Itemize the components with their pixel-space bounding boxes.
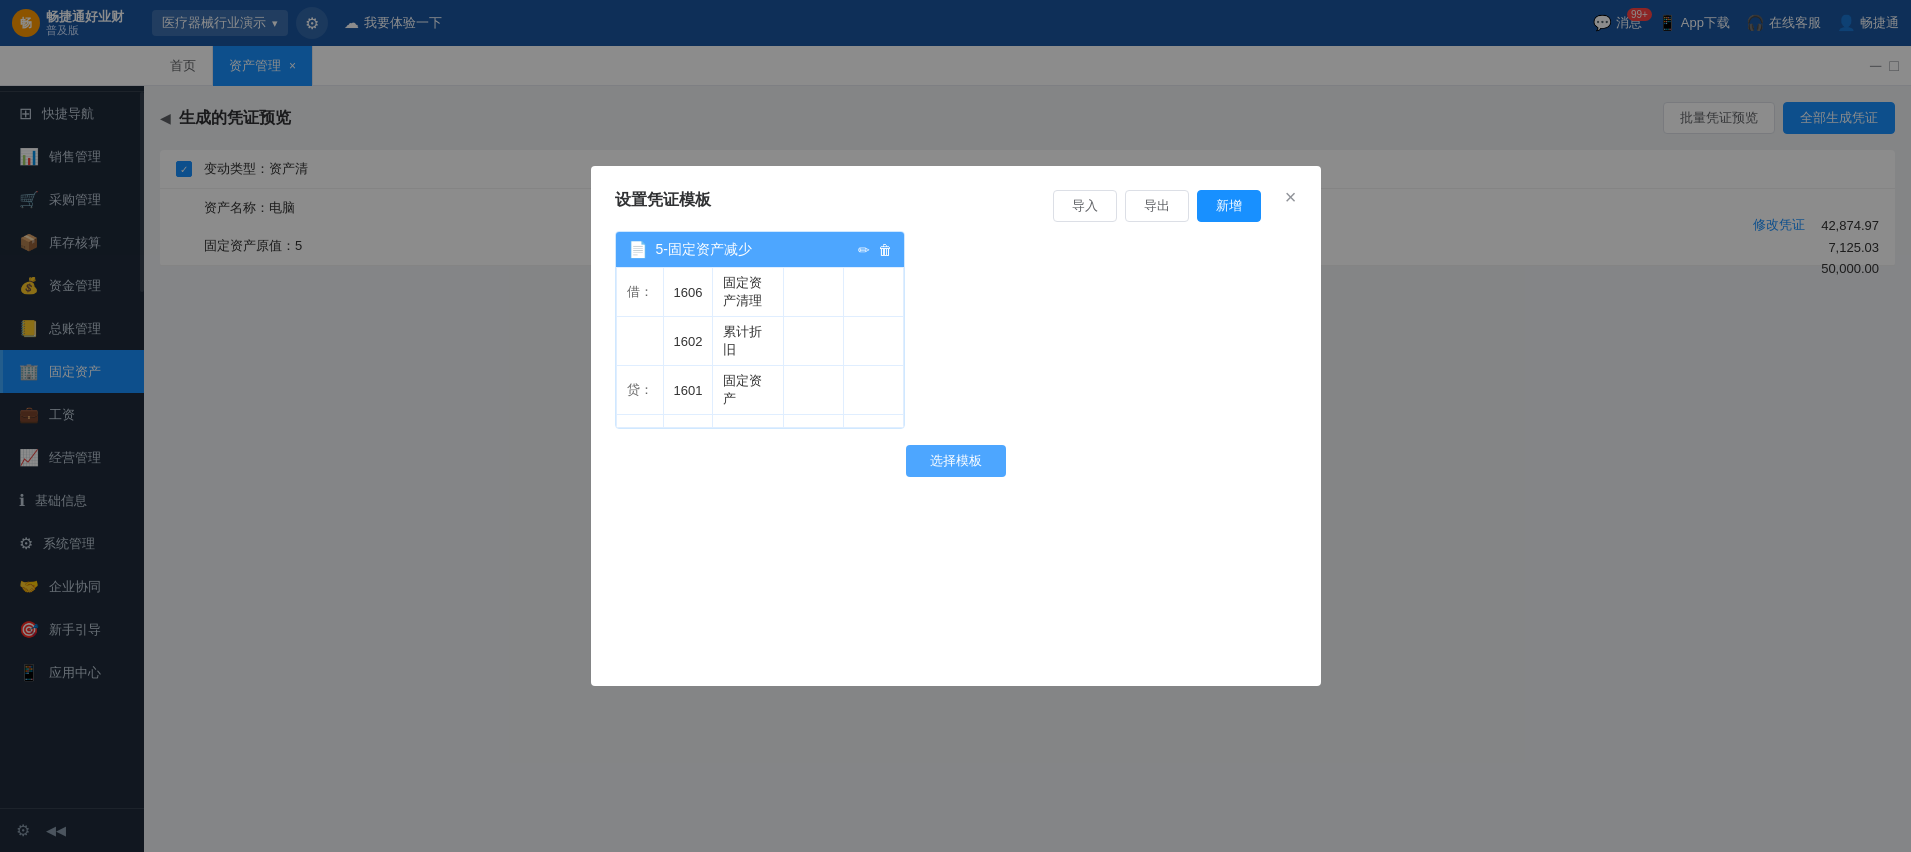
import-button[interactable]: 导入 bbox=[1053, 190, 1117, 222]
code-2: 1602 bbox=[663, 317, 713, 366]
template-delete-icon[interactable]: 🗑 bbox=[878, 242, 892, 258]
template-detail-table: 借： 1606 固定资产清理 1602 累计折旧 贷： bbox=[616, 267, 904, 428]
credit-1 bbox=[843, 268, 903, 317]
template-row-1: 借： 1606 固定资产清理 bbox=[616, 268, 903, 317]
template-row-3: 贷： 1601 固定资产 bbox=[616, 366, 903, 415]
debit-3 bbox=[783, 366, 843, 415]
side-label-4 bbox=[616, 415, 663, 428]
template-doc-icon: 📄 bbox=[628, 240, 648, 259]
modal-overlay: 设置凭证模板 × 导入 导出 新增 📄 5-固定资产减少 ✏ 🗑 bbox=[0, 0, 1911, 852]
template-card-actions: ✏ 🗑 bbox=[858, 242, 892, 258]
template-card: 📄 5-固定资产减少 ✏ 🗑 借： 1606 固定资产清理 bbox=[615, 231, 905, 429]
modal-close-button[interactable]: × bbox=[1281, 182, 1301, 213]
credit-2 bbox=[843, 317, 903, 366]
template-card-body: 借： 1606 固定资产清理 1602 累计折旧 贷： bbox=[616, 267, 904, 428]
name-3: 固定资产 bbox=[713, 366, 783, 415]
debit-2 bbox=[783, 317, 843, 366]
name-2: 累计折旧 bbox=[713, 317, 783, 366]
template-row-2: 1602 累计折旧 bbox=[616, 317, 903, 366]
template-card-title: 5-固定资产减少 bbox=[656, 241, 850, 259]
credit-3 bbox=[843, 366, 903, 415]
side-label-1: 借： bbox=[616, 268, 663, 317]
debit-1 bbox=[783, 268, 843, 317]
template-edit-icon[interactable]: ✏ bbox=[858, 242, 870, 258]
side-label-2 bbox=[616, 317, 663, 366]
debit-4 bbox=[783, 415, 843, 428]
template-row-4 bbox=[616, 415, 903, 428]
credit-4 bbox=[843, 415, 903, 428]
new-button[interactable]: 新增 bbox=[1197, 190, 1261, 222]
modal-toolbar: 导入 导出 新增 bbox=[1053, 190, 1261, 222]
select-template-button[interactable]: 选择模板 bbox=[906, 445, 1006, 477]
export-button[interactable]: 导出 bbox=[1125, 190, 1189, 222]
select-template-row: 选择模板 bbox=[615, 445, 1297, 477]
name-4 bbox=[713, 415, 783, 428]
modal-dialog: 设置凭证模板 × 导入 导出 新增 📄 5-固定资产减少 ✏ 🗑 bbox=[591, 166, 1321, 686]
code-3: 1601 bbox=[663, 366, 713, 415]
side-label-3: 贷： bbox=[616, 366, 663, 415]
code-4 bbox=[663, 415, 713, 428]
code-1: 1606 bbox=[663, 268, 713, 317]
template-card-header: 📄 5-固定资产减少 ✏ 🗑 bbox=[616, 232, 904, 267]
name-1: 固定资产清理 bbox=[713, 268, 783, 317]
